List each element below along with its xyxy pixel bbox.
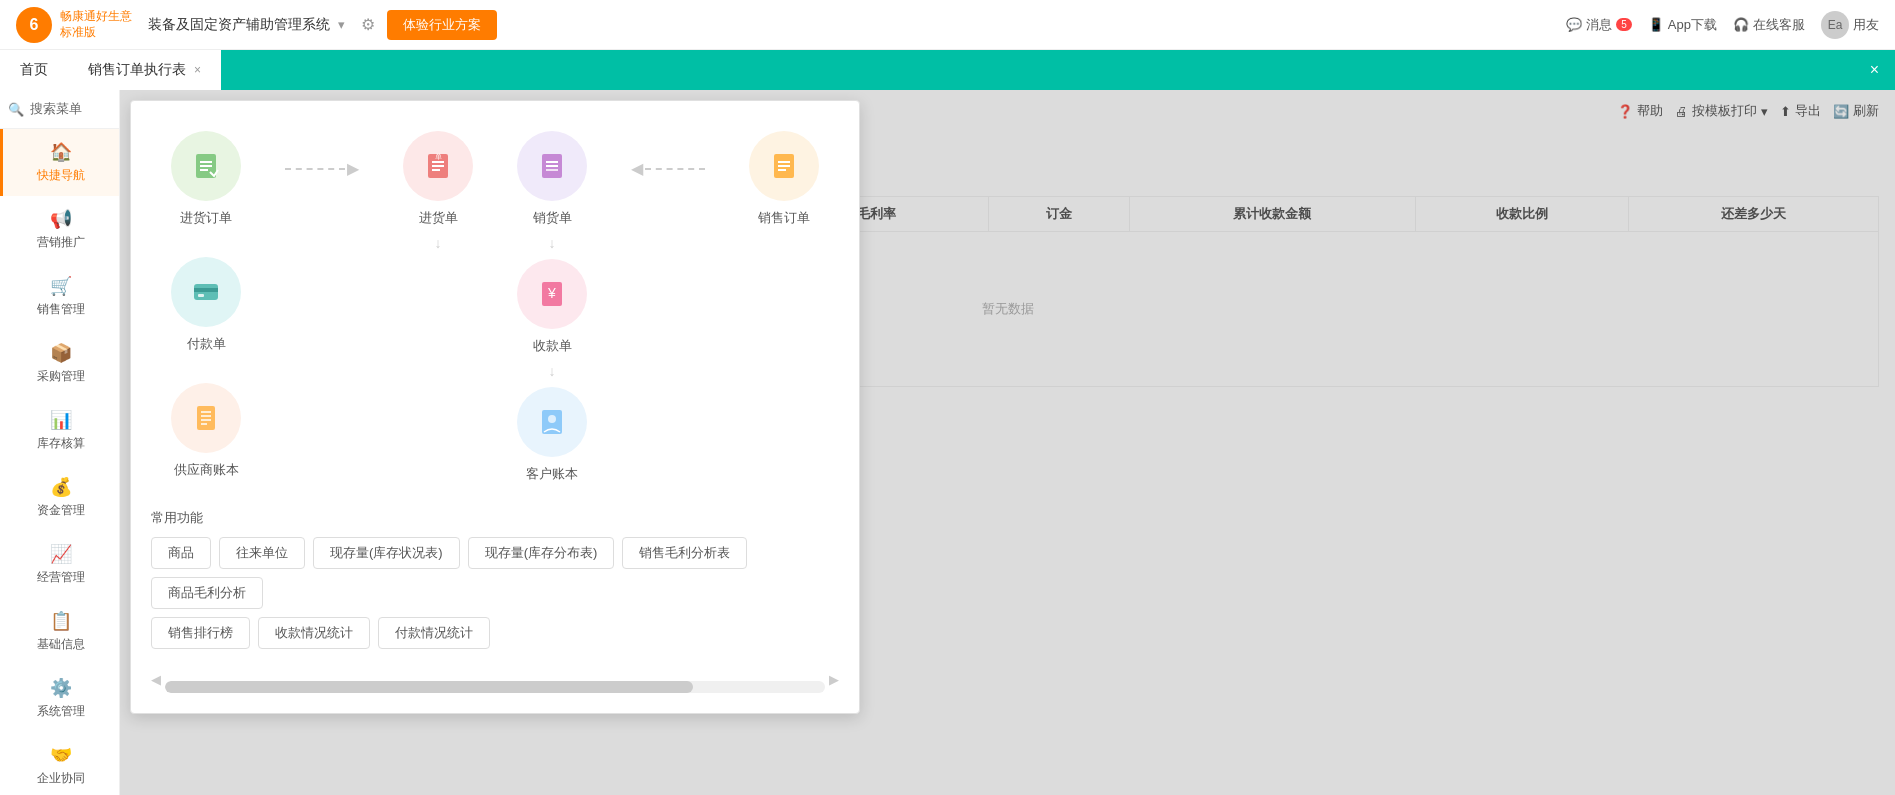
logo-text: 畅康通好生意 标准版 xyxy=(60,9,132,40)
sidebar-item-system[interactable]: ⚙️ 系统管理 xyxy=(0,665,119,732)
tab-home[interactable]: 首页 xyxy=(0,50,68,90)
btn-sales-rank[interactable]: 销售排行榜 xyxy=(151,617,250,649)
avatar: Ea xyxy=(1821,11,1849,39)
scrollbar-thumb xyxy=(165,681,693,693)
sidebar-item-finance[interactable]: 💰 资金管理 xyxy=(0,464,119,531)
sidebar-item-operation[interactable]: 📈 经营管理 xyxy=(0,531,119,598)
app-download-btn[interactable]: 📱 App下载 xyxy=(1648,16,1717,34)
svg-rect-5 xyxy=(194,288,218,292)
logo-area: 6 畅康通好生意 标准版 xyxy=(16,7,136,43)
arrow-1: ▶ xyxy=(285,159,359,178)
sidebar-item-marketing[interactable]: 📢 营销推广 xyxy=(0,196,119,263)
main-content: ❓ 帮助 🖨 按模板打印 ▾ ⬆ 导出 🔄 刷新 xyxy=(120,90,1895,795)
enterprise-icon: 🤝 xyxy=(50,744,72,766)
sidebar-item-base-info[interactable]: 📋 基础信息 xyxy=(0,598,119,665)
flow-item-purchase-bill[interactable]: 单 进货单 xyxy=(403,131,473,227)
message-btn[interactable]: 💬 消息 5 xyxy=(1566,16,1632,34)
down-arrow-1: ↓ xyxy=(435,235,442,251)
payment-icon xyxy=(171,257,241,327)
scrollbar[interactable] xyxy=(165,681,825,693)
gear-icon[interactable]: ⚙ xyxy=(361,15,375,34)
home-icon: 🏠 xyxy=(50,141,72,163)
base-info-icon: 📋 xyxy=(50,610,72,632)
common-btns-row2: 销售排行榜 收款情况统计 付款情况统计 xyxy=(151,617,839,649)
supplier-ledger-icon xyxy=(171,383,241,453)
common-btns-row1: 商品 往来单位 现存量(库存状况表) 现存量(库存分布表) 销售毛利分析表 商品… xyxy=(151,537,839,609)
inventory-icon: 📊 xyxy=(50,409,72,431)
system-title: 装备及固定资产辅助管理系统 xyxy=(148,16,330,34)
marketing-icon: 📢 xyxy=(50,208,72,230)
scroll-left-btn[interactable]: ◀ xyxy=(151,672,161,687)
flow-item-sales-order[interactable]: 销售订单 xyxy=(749,131,819,227)
btn-stock-dist[interactable]: 现存量(库存分布表) xyxy=(468,537,615,569)
svg-rect-6 xyxy=(198,294,204,297)
purchase-bill-icon: 单 xyxy=(403,131,473,201)
svg-point-24 xyxy=(548,415,556,423)
purchase-icon: 📦 xyxy=(50,342,72,364)
svg-rect-7 xyxy=(197,406,215,430)
message-badge: 5 xyxy=(1616,18,1632,31)
close-all-tabs-btn[interactable]: × xyxy=(1854,61,1895,79)
header-center: ⚙ 体验行业方案 xyxy=(345,10,1566,40)
sidebar-item-purchase[interactable]: 📦 采购管理 xyxy=(0,330,119,397)
common-functions-title: 常用功能 xyxy=(151,509,839,527)
scroll-area: ◀ ▶ xyxy=(151,665,839,693)
search-icon: 🔍 xyxy=(8,102,24,117)
message-icon: 💬 xyxy=(1566,17,1582,32)
down-arrow-2: ↓ xyxy=(549,235,556,251)
btn-payment-stats[interactable]: 付款情况统计 xyxy=(378,617,490,649)
tab-close-icon[interactable]: × xyxy=(194,63,201,77)
down-arrow-3: ↓ xyxy=(549,363,556,379)
operation-icon: 📈 xyxy=(50,543,72,565)
sidebar-item-enterprise[interactable]: 🤝 企业协同 xyxy=(0,732,119,795)
btn-product-margin[interactable]: 商品毛利分析 xyxy=(151,577,263,609)
logo-icon: 6 xyxy=(16,7,52,43)
sidebar-item-sales[interactable]: 🛒 销售管理 xyxy=(0,263,119,330)
flow-item-receipt[interactable]: ¥ 收款单 xyxy=(517,259,587,355)
search-menu[interactable]: 🔍 搜索菜单 xyxy=(0,90,119,129)
sidebar-item-inventory[interactable]: 📊 库存核算 xyxy=(0,397,119,464)
btn-sales-margin[interactable]: 销售毛利分析表 xyxy=(622,537,747,569)
trial-button[interactable]: 体验行业方案 xyxy=(387,10,497,40)
popup-overlay: 进货订单 付款单 xyxy=(120,90,1895,795)
arrow-2: ◀ xyxy=(631,159,705,178)
user-menu-btn[interactable]: Ea 用友 xyxy=(1821,11,1879,39)
online-service-btn[interactable]: 🎧 在线客服 xyxy=(1733,16,1805,34)
purchase-order-icon xyxy=(171,131,241,201)
sidebar-item-quick-guide[interactable]: 🏠 快捷导航 xyxy=(0,129,119,196)
phone-icon: 📱 xyxy=(1648,17,1664,32)
flow-item-customer-ledger[interactable]: 客户账本 xyxy=(517,387,587,483)
sales-bill-icon xyxy=(517,131,587,201)
system-icon: ⚙️ xyxy=(50,677,72,699)
receipt-icon: ¥ xyxy=(517,259,587,329)
top-header: 6 畅康通好生意 标准版 装备及固定资产辅助管理系统 ▾ ⚙ 体验行业方案 💬 … xyxy=(0,0,1895,50)
svg-text:¥: ¥ xyxy=(547,285,556,301)
btn-stock-status[interactable]: 现存量(库存状况表) xyxy=(313,537,460,569)
svg-text:单: 单 xyxy=(435,153,442,160)
layout: 🔍 搜索菜单 🏠 快捷导航 📢 营销推广 🛒 销售管理 📦 采购管理 📊 库存核… xyxy=(0,90,1895,795)
btn-partners[interactable]: 往来单位 xyxy=(219,537,305,569)
popup-panel: 进货订单 付款单 xyxy=(130,100,860,714)
flow-item-payment[interactable]: 付款单 xyxy=(171,257,241,353)
flow-item-sales-bill[interactable]: 销货单 xyxy=(517,131,587,227)
header-right: 💬 消息 5 📱 App下载 🎧 在线客服 Ea 用友 xyxy=(1566,11,1879,39)
sidebar: 🔍 搜索菜单 🏠 快捷导航 📢 营销推广 🛒 销售管理 📦 采购管理 📊 库存核… xyxy=(0,90,120,795)
flow-diagram: 进货订单 付款单 xyxy=(151,121,839,493)
flow-item-purchase-order[interactable]: 进货订单 xyxy=(171,131,241,227)
sales-order-icon xyxy=(749,131,819,201)
common-functions-section: 常用功能 商品 往来单位 现存量(库存状况表) 现存量(库存分布表) 销售毛利分… xyxy=(151,509,839,649)
finance-icon: 💰 xyxy=(50,476,72,498)
nav-tabs: 首页 销售订单执行表 × × xyxy=(0,50,1895,90)
customer-ledger-icon xyxy=(517,387,587,457)
scroll-right-btn[interactable]: ▶ xyxy=(829,672,839,687)
tab-sales-order[interactable]: 销售订单执行表 × xyxy=(68,50,221,90)
btn-receipt-stats[interactable]: 收款情况统计 xyxy=(258,617,370,649)
flow-item-supplier-ledger[interactable]: 供应商账本 xyxy=(171,383,241,479)
btn-product[interactable]: 商品 xyxy=(151,537,211,569)
dropdown-icon[interactable]: ▾ xyxy=(338,17,345,32)
sales-icon: 🛒 xyxy=(50,275,72,297)
headset-icon: 🎧 xyxy=(1733,17,1749,32)
